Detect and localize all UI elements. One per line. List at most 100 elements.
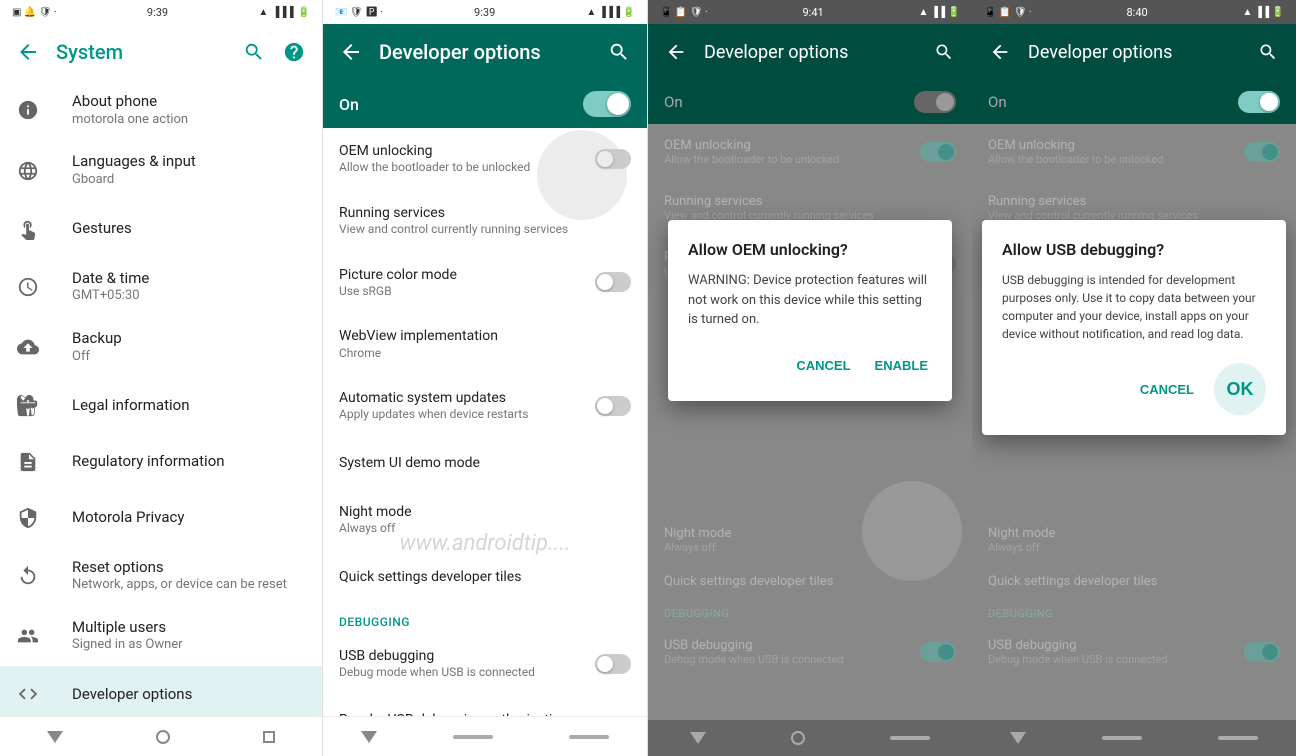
settings-item-backup[interactable]: Backup Off bbox=[0, 317, 322, 377]
dev-item-webview[interactable]: WebView implementation Chrome bbox=[323, 313, 647, 375]
usb-ok-button[interactable]: OK bbox=[1214, 363, 1266, 415]
settings-item-about[interactable]: About phone motorola one action bbox=[0, 80, 322, 140]
panel-usb-dialog: 📱 📋 🛡 · 8:40 ▲ ▐▐ 🔋 Developer options On bbox=[972, 0, 1296, 756]
system-icons-left: ▲ ▐▐▐ 🔋 bbox=[258, 7, 310, 18]
settings-item-datetime[interactable]: Date & time GMT+05:30 bbox=[0, 257, 322, 317]
nav-back-middle[interactable] bbox=[361, 731, 377, 743]
dev-autoupdate-text: Automatic system updates Apply updates w… bbox=[339, 389, 595, 423]
time-middle: 9:39 bbox=[474, 6, 495, 19]
datetime-title: Date & time bbox=[72, 269, 306, 289]
oem-enable-button[interactable]: Enable bbox=[871, 350, 932, 381]
back-btn-rr[interactable] bbox=[988, 40, 1012, 64]
legal-title: Legal information bbox=[72, 396, 306, 416]
title-rl: Developer options bbox=[704, 42, 916, 63]
backup-icon bbox=[16, 335, 40, 359]
nav-bar-rl bbox=[648, 720, 972, 756]
debugging-label-middle: Debugging bbox=[323, 603, 647, 633]
rr-after-dialog: Night mode Always off Quick settings dev… bbox=[972, 516, 1296, 676]
rl-running-title: Running services bbox=[664, 194, 956, 209]
dev-item-demo[interactable]: System UI demo mode bbox=[323, 437, 647, 489]
dev-usb-title: USB debugging bbox=[339, 647, 595, 665]
dev-item-revoke[interactable]: Revoke USB debugging authorizations bbox=[323, 694, 647, 716]
rr-usb-sub: Debug mode when USB is connected bbox=[988, 653, 1168, 666]
dev-item-qstiles[interactable]: Quick settings developer tiles bbox=[323, 551, 647, 603]
dev-night-text: Night mode Always off bbox=[339, 503, 631, 537]
notification-icons: ▣ 🔔 🛡 · bbox=[12, 7, 57, 18]
gestures-icon bbox=[16, 217, 40, 241]
nav-bar-middle bbox=[323, 716, 647, 756]
search-button-left[interactable] bbox=[242, 40, 266, 64]
settings-item-developer[interactable]: Developer options bbox=[0, 666, 322, 716]
on-toggle-rl[interactable] bbox=[914, 91, 956, 113]
dev-item-autoupdate[interactable]: Automatic system updates Apply updates w… bbox=[323, 375, 647, 437]
usb-toggle-middle[interactable] bbox=[595, 654, 631, 674]
rl-debug-section: Debugging bbox=[648, 599, 972, 628]
time-rr: 8:40 bbox=[1126, 6, 1147, 19]
dev-item-usb[interactable]: USB debugging Debug mode when USB is con… bbox=[323, 633, 647, 695]
rl-usb-title: USB debugging bbox=[664, 638, 844, 653]
wifi-icon: ▲ bbox=[258, 7, 268, 18]
search-btn-rr[interactable] bbox=[1256, 40, 1280, 64]
rr-oem-sub: Allow the bootloader to be unlocked bbox=[988, 153, 1244, 166]
reset-subtitle: Network, apps, or device can be reset bbox=[72, 577, 306, 594]
nav-home-rl[interactable] bbox=[791, 731, 805, 745]
sys-rr: ▲ ▐▐ 🔋 bbox=[1243, 7, 1284, 18]
on-toggle-middle[interactable] bbox=[583, 91, 631, 117]
back-btn-rl[interactable] bbox=[664, 40, 688, 64]
nav-home-middle[interactable] bbox=[453, 735, 493, 739]
on-bar-rr: On bbox=[972, 80, 1296, 124]
users-title: Multiple users bbox=[72, 618, 306, 638]
nav-recent-left[interactable] bbox=[263, 731, 275, 743]
dev-item-color[interactable]: Picture color mode Use sRGB bbox=[323, 252, 647, 314]
dev-item-night[interactable]: Night mode Always off bbox=[323, 489, 647, 551]
settings-item-users[interactable]: Multiple users Signed in as Owner bbox=[0, 606, 322, 666]
nav-recent-middle[interactable] bbox=[569, 735, 609, 739]
settings-item-legal[interactable]: Legal information bbox=[0, 378, 322, 434]
usb-dialog-content: USB debugging is intended for developmen… bbox=[1002, 271, 1266, 343]
nav-home-rr[interactable] bbox=[1102, 736, 1142, 740]
oem-dialog-title: Allow OEM unlocking? bbox=[688, 240, 932, 259]
dev-demo-text: System UI demo mode bbox=[339, 454, 631, 472]
settings-item-reset[interactable]: Reset options Network, apps, or device c… bbox=[0, 546, 322, 606]
back-button-left[interactable] bbox=[16, 40, 40, 64]
status-icons-left: ▣ 🔔 🛡 · bbox=[12, 7, 57, 18]
color-toggle-middle[interactable] bbox=[595, 272, 631, 292]
autoupdate-toggle-middle[interactable] bbox=[595, 396, 631, 416]
nav-recent-rr[interactable] bbox=[1218, 736, 1258, 740]
dev-color-subtitle: Use sRGB bbox=[339, 284, 595, 300]
dev-color-title: Picture color mode bbox=[339, 266, 595, 284]
status-icons-middle: 📧 🛡 🅿 · bbox=[335, 7, 383, 18]
oem-cancel-button[interactable]: Cancel bbox=[792, 350, 854, 381]
settings-item-languages[interactable]: Languages & input Gboard bbox=[0, 140, 322, 200]
rr-running-title: Running services bbox=[988, 194, 1280, 209]
nav-back-left[interactable] bbox=[47, 731, 63, 743]
sys-rl: ▲ ▐▐ 🔋 bbox=[919, 7, 960, 18]
help-button-left[interactable] bbox=[282, 40, 306, 64]
backup-subtitle: Off bbox=[72, 349, 306, 366]
languages-icon bbox=[16, 159, 40, 183]
app-bar-rl: Developer options bbox=[648, 24, 972, 80]
nav-back-rr[interactable] bbox=[1010, 732, 1026, 744]
app-bar-left: System bbox=[0, 24, 322, 80]
search-button-middle[interactable] bbox=[607, 40, 631, 64]
settings-item-gestures[interactable]: Gestures bbox=[0, 201, 322, 257]
rr-night-title: Night mode bbox=[988, 526, 1280, 541]
languages-title: Languages & input bbox=[72, 152, 306, 172]
status-bar-rl: 📱 📋 🛡 · 9:41 ▲ ▐▐ 🔋 bbox=[648, 0, 972, 24]
nav-home-left[interactable] bbox=[156, 730, 170, 744]
privacy-text: Motorola Privacy bbox=[72, 508, 306, 528]
rr-night-sub: Always off bbox=[988, 541, 1280, 554]
rr-oem-toggle bbox=[1244, 142, 1280, 162]
search-btn-rl[interactable] bbox=[932, 40, 956, 64]
usb-cancel-button[interactable]: Cancel bbox=[1136, 374, 1198, 405]
settings-item-privacy[interactable]: Motorola Privacy bbox=[0, 490, 322, 546]
nav-recent-rl[interactable] bbox=[890, 736, 930, 740]
oem-toggle-circle-overlay bbox=[537, 130, 627, 220]
app-bar-title-left: System bbox=[56, 40, 226, 64]
nav-back-rl[interactable] bbox=[690, 732, 706, 744]
back-button-middle[interactable] bbox=[339, 40, 363, 64]
settings-item-regulatory[interactable]: Regulatory information bbox=[0, 434, 322, 490]
oem-dialog: Allow OEM unlocking? WARNING: Device pro… bbox=[668, 220, 952, 401]
rr-debug-label: Debugging bbox=[988, 607, 1280, 620]
on-toggle-rr[interactable] bbox=[1238, 91, 1280, 113]
